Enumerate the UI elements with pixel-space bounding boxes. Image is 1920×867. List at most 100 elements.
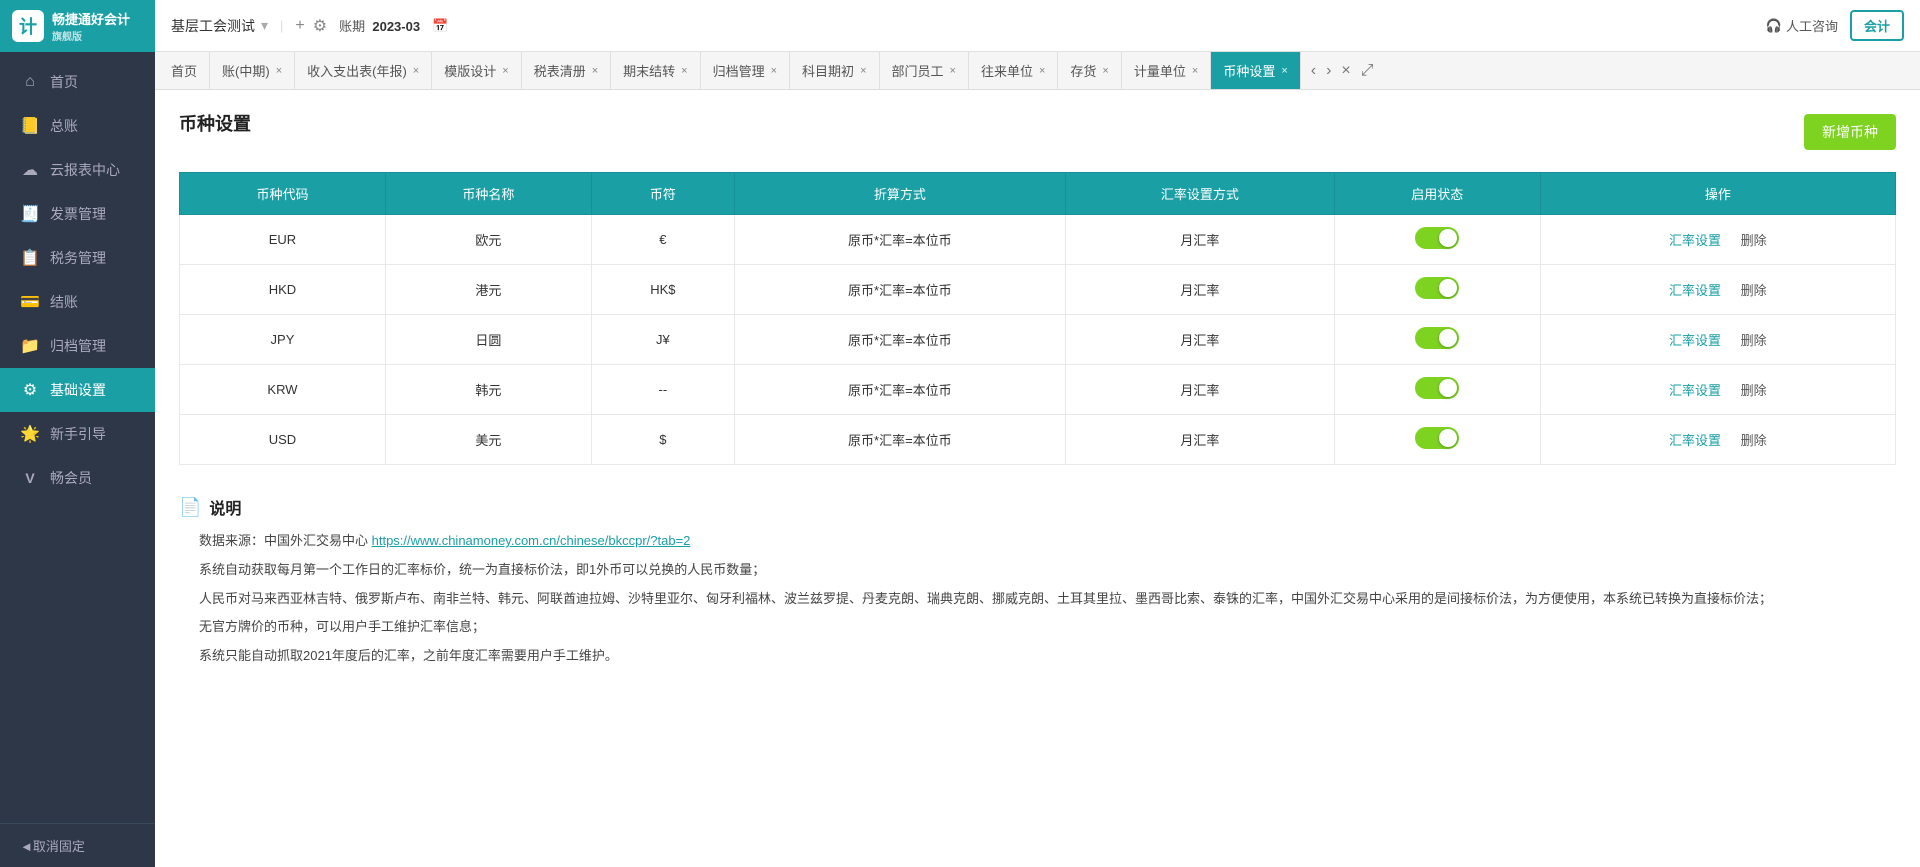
sidebar-item-settings[interactable]: ⚙ 基础设置: [0, 368, 155, 412]
tax-icon: 📋: [20, 248, 40, 268]
sidebar-pin-toggle[interactable]: ◄取消固定: [0, 823, 155, 867]
tab-unit[interactable]: 计量单位 ×: [1122, 52, 1211, 89]
tab-label: 账(中期): [222, 61, 270, 80]
close-icon[interactable]: ×: [1281, 65, 1287, 77]
sidebar-nav: ⌂ 首页 📒 总账 ☁ 云报表中心 🧾 发票管理 📋 税务管理 💳 结账 📁 归…: [0, 52, 155, 823]
cell-symbol: €: [591, 215, 734, 265]
close-icon[interactable]: ×: [1192, 65, 1198, 77]
toggle-switch-KRW[interactable]: [1415, 377, 1459, 399]
toggle-switch-EUR[interactable]: [1415, 227, 1459, 249]
sidebar-item-tax[interactable]: 📋 税务管理: [0, 236, 155, 280]
support-button[interactable]: 🎧 人工咨询: [1766, 16, 1838, 35]
archive-icon: 📁: [20, 336, 40, 356]
tab-label: 收入支出表(年报): [307, 61, 407, 80]
cell-status: [1334, 265, 1540, 315]
currency-table: 币种代码 币种名称 币符 折算方式 汇率设置方式 启用状态 操作 EUR 欧元 …: [179, 172, 1896, 465]
tab-next-button[interactable]: ›: [1322, 60, 1335, 82]
settings-gear-icon[interactable]: ⚙: [313, 16, 327, 36]
close-icon[interactable]: ×: [413, 65, 419, 77]
rate-settings-link-KRW[interactable]: 汇率设置: [1669, 383, 1721, 398]
col-header-method: 折算方式: [734, 173, 1065, 215]
close-icon[interactable]: ×: [860, 65, 866, 77]
tab-period[interactable]: 账(中期) ×: [210, 52, 295, 89]
guide-icon: 🌟: [20, 424, 40, 444]
close-icon[interactable]: ×: [950, 65, 956, 77]
delete-link-JPY[interactable]: 删除: [1741, 333, 1767, 348]
close-icon[interactable]: ×: [771, 65, 777, 77]
tab-income-report[interactable]: 收入支出表(年报) ×: [295, 52, 432, 89]
tab-period-end[interactable]: 期末结转 ×: [611, 52, 700, 89]
rate-settings-link-JPY[interactable]: 汇率设置: [1669, 333, 1721, 348]
cell-method: 原币*汇率=本位币: [734, 415, 1065, 465]
close-icon[interactable]: ×: [276, 65, 282, 77]
tabbar: 首页 账(中期) × 收入支出表(年报) × 模版设计 × 税表清册 × 期末结…: [155, 52, 1920, 90]
support-label: 人工咨询: [1786, 16, 1838, 35]
tab-currency[interactable]: 币种设置 ×: [1211, 52, 1300, 89]
rate-settings-link-USD[interactable]: 汇率设置: [1669, 433, 1721, 448]
tab-home[interactable]: 首页: [159, 52, 210, 89]
cell-rate-type: 月汇率: [1065, 365, 1334, 415]
note-item-1: 数据来源：中国外汇交易中心 https://www.chinamoney.com…: [199, 531, 1896, 552]
toggle-switch-JPY[interactable]: [1415, 327, 1459, 349]
tab-archive[interactable]: 归档管理 ×: [701, 52, 790, 89]
tab-template[interactable]: 模版设计 ×: [432, 52, 521, 89]
sidebar-item-reports[interactable]: ☁ 云报表中心: [0, 148, 155, 192]
tab-inventory[interactable]: 存货 ×: [1058, 52, 1121, 89]
sidebar-item-label: 畅会员: [50, 468, 92, 488]
sidebar-item-checkout[interactable]: 💳 结账: [0, 280, 155, 324]
sidebar-item-invoice[interactable]: 🧾 发票管理: [0, 192, 155, 236]
close-icon[interactable]: ×: [592, 65, 598, 77]
toggle-thumb: [1439, 229, 1457, 247]
rate-settings-link-EUR[interactable]: 汇率设置: [1669, 233, 1721, 248]
delete-link-HKD[interactable]: 删除: [1741, 283, 1767, 298]
tab-counterparty[interactable]: 往来单位 ×: [969, 52, 1058, 89]
calendar-icon[interactable]: 📅: [432, 18, 448, 34]
new-currency-button[interactable]: 新增币种: [1804, 114, 1896, 150]
close-icon[interactable]: ×: [681, 65, 687, 77]
sidebar-item-label: 首页: [50, 72, 78, 92]
notes-link[interactable]: https://www.chinamoney.com.cn/chinese/bk…: [372, 533, 691, 548]
notes-section: 📄 说明 数据来源：中国外汇交易中心 https://www.chinamone…: [179, 495, 1896, 695]
toggle-track: [1415, 277, 1459, 299]
account-button[interactable]: 会计: [1850, 10, 1904, 41]
tab-subject-init[interactable]: 科目期初 ×: [790, 52, 879, 89]
sidebar-item-label: 税务管理: [50, 248, 106, 268]
table-row: KRW 韩元 -- 原币*汇率=本位币 月汇率 汇率设置 删除: [180, 365, 1896, 415]
toggle-thumb: [1439, 429, 1457, 447]
add-tab-button[interactable]: +: [295, 17, 304, 35]
period-label: 账期 2023-03: [339, 16, 420, 35]
close-all-tabs-button[interactable]: ×: [1337, 60, 1354, 82]
sidebar-item-guide[interactable]: 🌟 新手引导: [0, 412, 155, 456]
cell-code: HKD: [180, 265, 386, 315]
close-icon[interactable]: ×: [502, 65, 508, 77]
tab-tax-list[interactable]: 税表清册 ×: [522, 52, 611, 89]
company-selector[interactable]: 基层工会测试 ▾: [171, 16, 268, 36]
delete-link-EUR[interactable]: 删除: [1741, 233, 1767, 248]
sidebar-item-archive[interactable]: 📁 归档管理: [0, 324, 155, 368]
cell-rate-type: 月汇率: [1065, 265, 1334, 315]
tab-label: 期末结转: [623, 61, 675, 80]
toggle-switch-HKD[interactable]: [1415, 277, 1459, 299]
member-icon: V: [20, 470, 40, 486]
sidebar-item-ledger[interactable]: 📒 总账: [0, 104, 155, 148]
home-icon: ⌂: [20, 73, 40, 91]
toggle-track: [1415, 427, 1459, 449]
expand-button[interactable]: ⤢: [1357, 60, 1378, 82]
tab-label: 存货: [1070, 61, 1096, 80]
toggle-switch-USD[interactable]: [1415, 427, 1459, 449]
tab-prev-button[interactable]: ‹: [1307, 60, 1320, 82]
page-header: 币种设置 新增币种: [179, 110, 1896, 154]
sidebar-item-home[interactable]: ⌂ 首页: [0, 60, 155, 104]
rate-settings-link-HKD[interactable]: 汇率设置: [1669, 283, 1721, 298]
toggle-track: [1415, 227, 1459, 249]
close-icon[interactable]: ×: [1102, 65, 1108, 77]
cell-method: 原币*汇率=本位币: [734, 265, 1065, 315]
close-icon[interactable]: ×: [1039, 65, 1045, 77]
sidebar-item-member[interactable]: V 畅会员: [0, 456, 155, 500]
delete-link-USD[interactable]: 删除: [1741, 433, 1767, 448]
toggle-track: [1415, 377, 1459, 399]
delete-link-KRW[interactable]: 删除: [1741, 383, 1767, 398]
tab-dept-staff[interactable]: 部门员工 ×: [880, 52, 969, 89]
table-row: HKD 港元 HK$ 原币*汇率=本位币 月汇率 汇率设置 删除: [180, 265, 1896, 315]
cell-symbol: J¥: [591, 315, 734, 365]
